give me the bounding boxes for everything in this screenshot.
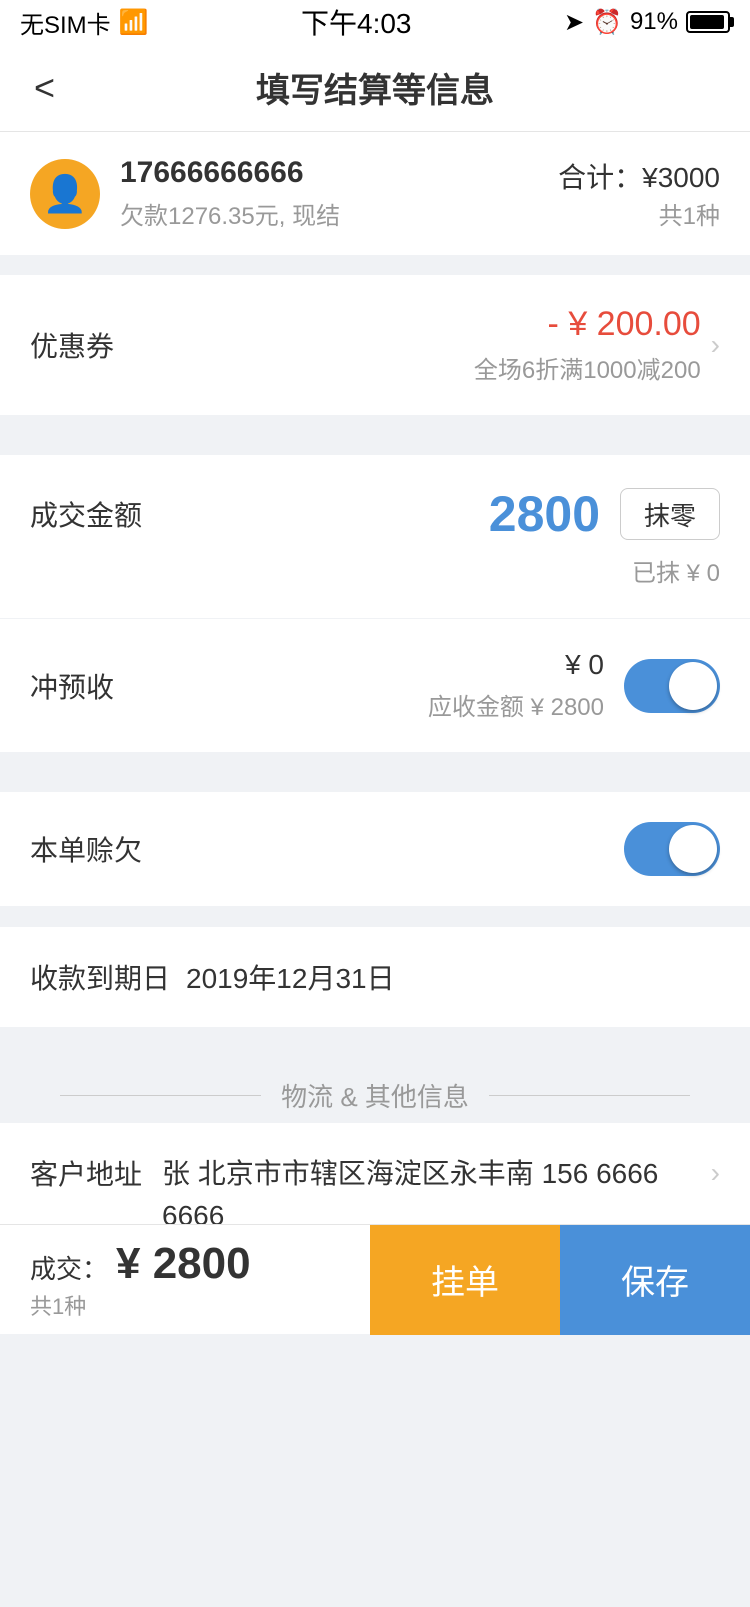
advance-toggle[interactable] xyxy=(624,659,720,713)
section-separator-3 xyxy=(0,1047,750,1067)
back-button[interactable]: < xyxy=(24,57,65,119)
bottom-bar: 成交： ¥ 2800 共1种 挂单 保存 xyxy=(0,1224,750,1334)
amount-section: 成交金额 2800 抹零 已抹 ¥ 0 xyxy=(0,455,750,618)
amount-sub-text: 已抹 ¥ 0 xyxy=(632,560,720,587)
status-time: 下午4:03 xyxy=(301,2,412,42)
bottom-summary: 成交： ¥ 2800 共1种 xyxy=(0,1239,370,1321)
page-title: 填写结算等信息 xyxy=(256,63,494,112)
due-date-value: 2019年12月31日 xyxy=(186,957,395,997)
battery-label: 91% xyxy=(630,8,678,36)
coupon-discount: - ¥ 200.00 xyxy=(548,305,701,344)
battery-icon xyxy=(686,11,730,33)
address-label: 客户地址 xyxy=(30,1153,142,1193)
debit-label: 本单赊欠 xyxy=(30,829,142,869)
section-separator-1 xyxy=(0,435,750,455)
location-icon: ➤ xyxy=(564,8,584,37)
debit-toggle[interactable] xyxy=(624,822,720,876)
coupon-desc: 全场6折满1000减200 xyxy=(474,350,701,385)
status-bar: 无SIM卡 📶 下午4:03 ➤ ⏰ 91% xyxy=(0,0,750,44)
address-chevron-icon: › xyxy=(711,1157,720,1189)
coupon-chevron-icon: › xyxy=(711,329,720,361)
amount-sub-row: 已抹 ¥ 0 xyxy=(30,553,720,588)
customer-left: 👤 17666666666 欠款1276.35元, 现结 xyxy=(30,156,340,231)
coupon-row[interactable]: 优惠券 - ¥ 200.00 全场6折满1000减200 › xyxy=(0,275,750,415)
customer-card: 👤 17666666666 欠款1276.35元, 现结 合计：¥3000 共1… xyxy=(0,132,750,255)
advance-right: ¥ 0 应收金额 ¥ 2800 xyxy=(428,649,604,722)
logistics-text: 物流 & 其他信息 xyxy=(261,1077,489,1114)
advance-amount: ¥ 0 xyxy=(565,649,604,681)
carrier-label: 无SIM卡 xyxy=(20,5,111,40)
due-date-section: 收款到期日 2019年12月31日 xyxy=(0,927,750,1027)
bottom-count: 共1种 xyxy=(30,1289,340,1321)
pending-button[interactable]: 挂单 xyxy=(370,1225,560,1335)
debit-section: 本单赊欠 xyxy=(0,792,750,906)
coupon-right: - ¥ 200.00 全场6折满1000减200 xyxy=(474,305,701,385)
amount-right: 2800 抹零 xyxy=(489,485,720,543)
coupon-label: 优惠券 xyxy=(30,325,114,365)
bottom-amount: ¥ 2800 xyxy=(116,1239,251,1289)
wifi-icon: 📶 xyxy=(119,8,149,37)
status-left: 无SIM卡 📶 xyxy=(20,5,149,40)
main-content: 👤 17666666666 欠款1276.35元, 现结 合计：¥3000 共1… xyxy=(0,132,750,1607)
toggle-knob xyxy=(669,662,717,710)
customer-right: 合计：¥3000 共1种 xyxy=(558,156,720,231)
save-button[interactable]: 保存 xyxy=(560,1225,750,1335)
debit-toggle-knob xyxy=(669,825,717,873)
nav-bar: < 填写结算等信息 xyxy=(0,44,750,132)
status-right: ➤ ⏰ 91% xyxy=(564,8,730,37)
total-count: 共1种 xyxy=(558,196,720,231)
amount-label: 成交金额 xyxy=(30,494,142,534)
advance-label: 冲预收 xyxy=(30,666,114,706)
due-row: 收款到期日 2019年12月31日 xyxy=(30,957,720,997)
customer-info: 17666666666 欠款1276.35元, 现结 xyxy=(120,156,340,231)
bottom-deal-label: 成交： xyxy=(30,1249,108,1286)
advance-sub: 应收金额 ¥ 2800 xyxy=(428,687,604,722)
alarm-icon: ⏰ xyxy=(592,8,622,37)
amount-value: 2800 xyxy=(489,485,600,543)
advance-section: 冲预收 ¥ 0 应收金额 ¥ 2800 xyxy=(0,619,750,752)
due-date-label: 收款到期日 xyxy=(30,957,170,997)
section-separator-2 xyxy=(0,772,750,792)
customer-debt: 欠款1276.35元, 现结 xyxy=(120,196,340,231)
logistics-divider: 物流 & 其他信息 xyxy=(0,1067,750,1123)
advance-row: 冲预收 ¥ 0 应收金额 ¥ 2800 xyxy=(30,649,720,722)
customer-phone: 17666666666 xyxy=(120,156,340,190)
amount-row: 成交金额 2800 抹零 xyxy=(30,485,720,543)
total-amount: 合计：¥3000 xyxy=(558,156,720,196)
avatar: 👤 xyxy=(30,159,100,229)
round-button[interactable]: 抹零 xyxy=(620,488,720,540)
